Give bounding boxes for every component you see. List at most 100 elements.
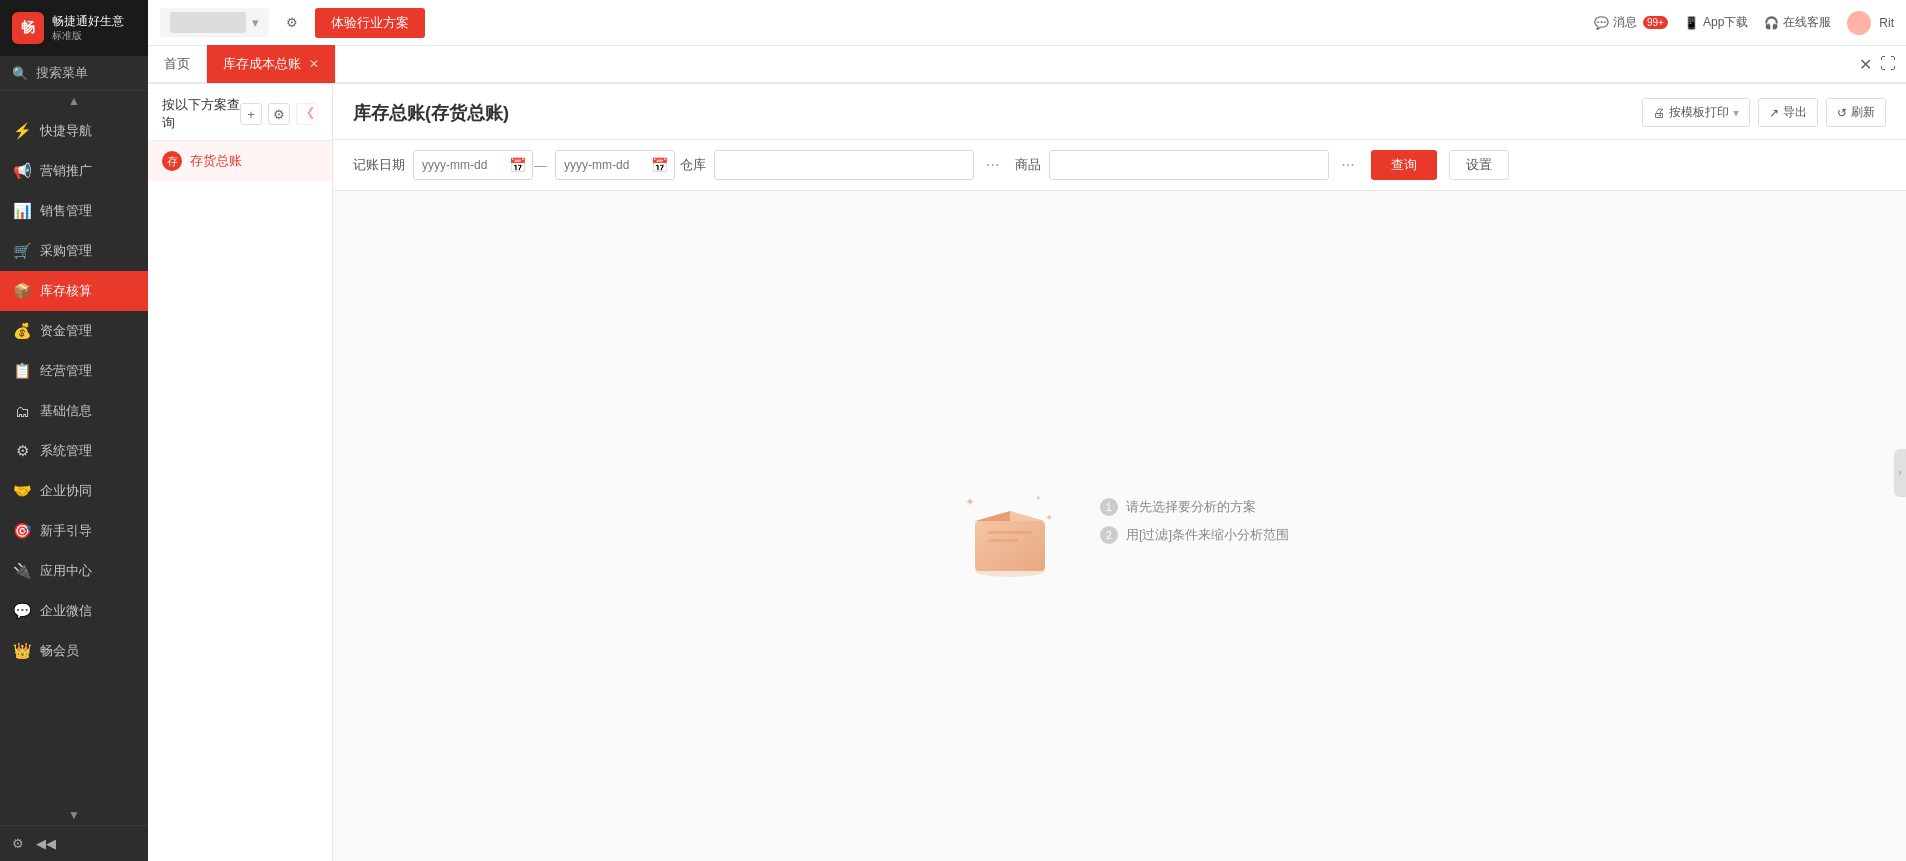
warehouse-more-btn[interactable]: ··· bbox=[982, 156, 1003, 174]
empty-illustration: ✦ ✦ ✦ bbox=[950, 466, 1070, 586]
sidebar-settings-btn[interactable]: ⚙ bbox=[12, 836, 24, 851]
right-edge-bar[interactable]: › bbox=[1894, 449, 1906, 497]
filter-item-inventory-ledger[interactable]: 存 存货总账 bbox=[148, 141, 332, 181]
print-icon: 🖨 bbox=[1653, 106, 1665, 120]
industry-btn[interactable]: 体验行业方案 bbox=[315, 8, 425, 38]
sidebar-item-app-center[interactable]: 🔌 应用中心 bbox=[0, 551, 148, 591]
quick-nav-icon: ⚡ bbox=[12, 122, 32, 140]
user-name: Rit bbox=[1879, 16, 1894, 30]
online-service-btn[interactable]: 🎧 在线客服 bbox=[1764, 14, 1831, 31]
sidebar-item-operations[interactable]: 📋 经营管理 bbox=[0, 351, 148, 391]
sidebar-item-purchase[interactable]: 🛒 采购管理 bbox=[0, 231, 148, 271]
filter-settings-btn[interactable]: ⚙ bbox=[268, 103, 290, 125]
filter-actions: + ⚙ 《 bbox=[240, 103, 318, 125]
tab-inventory-cost[interactable]: 库存成本总账 ✕ bbox=[207, 45, 336, 83]
app-download-label: App下载 bbox=[1703, 14, 1748, 31]
sidebar-item-guide[interactable]: 🎯 新手引导 bbox=[0, 511, 148, 551]
expand-panel-btn[interactable]: ⛶ bbox=[1880, 55, 1896, 73]
filter-add-btn[interactable]: + bbox=[240, 103, 262, 125]
export-btn-label: 导出 bbox=[1783, 104, 1807, 121]
sidebar-logo: 畅 畅捷通好生意 标准版 bbox=[0, 0, 148, 56]
sidebar: 畅 畅捷通好生意 标准版 🔍 搜索菜单 ▲ ⚡ 快捷导航 📢 营销推广 📊 销售… bbox=[0, 0, 148, 861]
sidebar-item-label: 应用中心 bbox=[40, 562, 136, 580]
phone-icon: 📱 bbox=[1684, 16, 1699, 30]
header-nav-dropdown[interactable]: ▾ bbox=[160, 8, 269, 37]
close-panel-btn[interactable]: ✕ bbox=[1859, 55, 1872, 74]
export-icon: ↗ bbox=[1769, 106, 1779, 120]
app-center-icon: 🔌 bbox=[12, 562, 32, 580]
wechat-icon: 💬 bbox=[12, 602, 32, 620]
online-service-label: 在线客服 bbox=[1783, 14, 1831, 31]
gear-icon: ⚙ bbox=[286, 15, 298, 30]
message-btn[interactable]: 💬 消息 99+ bbox=[1594, 14, 1668, 31]
sidebar-item-enterprise[interactable]: 🤝 企业协同 bbox=[0, 471, 148, 511]
calendar-start-icon[interactable]: 📅 bbox=[509, 157, 526, 173]
tab-close-btn[interactable]: ✕ bbox=[309, 57, 319, 71]
calendar-end-icon[interactable]: 📅 bbox=[651, 157, 668, 173]
step-1-num: 1 bbox=[1100, 498, 1118, 516]
sidebar-item-label: 销售管理 bbox=[40, 202, 136, 220]
main-area: ▾ ⚙ 体验行业方案 💬 消息 99+ 📱 App下载 🎧 在线客服 bbox=[148, 0, 1906, 861]
filter-collapse-btn[interactable]: 《 bbox=[296, 103, 318, 125]
user-profile-btn[interactable]: Rit bbox=[1847, 11, 1894, 35]
warehouse-field: 仓库 ··· bbox=[680, 150, 1003, 180]
query-btn[interactable]: 查询 bbox=[1371, 150, 1437, 180]
warehouse-input[interactable] bbox=[714, 150, 974, 180]
settings-btn[interactable]: 设置 bbox=[1449, 150, 1509, 180]
export-btn[interactable]: ↗ 导出 bbox=[1758, 98, 1818, 127]
filter-item-label: 存货总账 bbox=[190, 152, 242, 170]
sidebar-item-quick-nav[interactable]: ⚡ 快捷导航 bbox=[0, 111, 148, 151]
hint-2-text: 用[过滤]条件来缩小分析范围 bbox=[1126, 526, 1289, 544]
content-wrapper: 按以下方案查询 + ⚙ 《 存 存货总账 库存总账(存货总账) bbox=[148, 84, 1906, 861]
header-right: 💬 消息 99+ 📱 App下载 🎧 在线客服 Rit bbox=[1594, 11, 1894, 35]
sidebar-item-wechat[interactable]: 💬 企业微信 bbox=[0, 591, 148, 631]
search-icon: 🔍 bbox=[12, 66, 28, 81]
sidebar-item-system[interactable]: ⚙ 系统管理 bbox=[0, 431, 148, 471]
filter-items-list: 存 存货总账 bbox=[148, 141, 332, 861]
empty-hint-1: 1 请先选择要分析的方案 bbox=[1100, 498, 1289, 516]
header-settings-btn[interactable]: ⚙ bbox=[277, 8, 307, 38]
chevron-down-icon: ▾ bbox=[252, 15, 259, 30]
sidebar-item-basic[interactable]: 🗂 基础信息 bbox=[0, 391, 148, 431]
sidebar-search-label: 搜索菜单 bbox=[36, 64, 88, 82]
guide-icon: 🎯 bbox=[12, 522, 32, 540]
basic-icon: 🗂 bbox=[12, 403, 32, 420]
tab-home[interactable]: 首页 bbox=[148, 45, 207, 83]
sidebar-item-member[interactable]: 👑 畅会员 bbox=[0, 631, 148, 671]
filter-bar: 记账日期 📅 — 📅 仓库 ··· bbox=[333, 140, 1906, 191]
avatar bbox=[1847, 11, 1871, 35]
sidebar-item-sales[interactable]: 📊 销售管理 bbox=[0, 191, 148, 231]
sidebar-item-label: 营销推广 bbox=[40, 162, 136, 180]
sidebar-item-label: 经营管理 bbox=[40, 362, 136, 380]
sidebar-item-finance[interactable]: 💰 资金管理 bbox=[0, 311, 148, 351]
sidebar-item-inventory[interactable]: 📦 库存核算 bbox=[0, 271, 148, 311]
purchase-icon: 🛒 bbox=[12, 242, 32, 260]
sidebar-item-label: 系统管理 bbox=[40, 442, 136, 460]
system-icon: ⚙ bbox=[12, 442, 32, 460]
goods-more-btn[interactable]: ··· bbox=[1337, 156, 1358, 174]
sidebar-scroll-down[interactable]: ▼ bbox=[0, 805, 148, 825]
date-field: 记账日期 📅 — 📅 bbox=[353, 150, 668, 180]
goods-input[interactable] bbox=[1049, 150, 1329, 180]
svg-rect-4 bbox=[988, 531, 1032, 534]
empty-hint-2: 2 用[过滤]条件来缩小分析范围 bbox=[1100, 526, 1289, 544]
sidebar-nav: ⚡ 快捷导航 📢 营销推广 📊 销售管理 🛒 采购管理 📦 库存核算 💰 资金管… bbox=[0, 111, 148, 805]
message-label: 消息 bbox=[1613, 14, 1637, 31]
headset-icon: 🎧 bbox=[1764, 16, 1779, 30]
svg-text:✦: ✦ bbox=[1045, 512, 1053, 523]
svg-marker-2 bbox=[975, 511, 1010, 521]
page-header: 库存总账(存货总账) 🖨 按模板打印 ▾ ↗ 导出 ↺ 刷新 bbox=[333, 84, 1906, 140]
tab-right-actions: ✕ ⛶ bbox=[1849, 55, 1906, 74]
sidebar-toggle-btn[interactable]: ◀◀ bbox=[36, 836, 56, 851]
sidebar-item-marketing[interactable]: 📢 营销推广 bbox=[0, 151, 148, 191]
empty-content: ✦ ✦ ✦ 1 请先选择要分析的方案 2 用[过滤]条件来缩小 bbox=[950, 466, 1289, 586]
print-btn[interactable]: 🖨 按模板打印 ▾ bbox=[1642, 98, 1750, 127]
app-name: 畅捷通好生意 标准版 bbox=[52, 14, 124, 43]
sidebar-search[interactable]: 🔍 搜索菜单 bbox=[0, 56, 148, 91]
sidebar-item-label: 库存核算 bbox=[40, 282, 136, 300]
top-header: ▾ ⚙ 体验行业方案 💬 消息 99+ 📱 App下载 🎧 在线客服 bbox=[148, 0, 1906, 46]
sidebar-scroll-up[interactable]: ▲ bbox=[0, 91, 148, 111]
empty-hints: 1 请先选择要分析的方案 2 用[过滤]条件来缩小分析范围 bbox=[1100, 498, 1289, 554]
refresh-btn[interactable]: ↺ 刷新 bbox=[1826, 98, 1886, 127]
app-download-btn[interactable]: 📱 App下载 bbox=[1684, 14, 1748, 31]
